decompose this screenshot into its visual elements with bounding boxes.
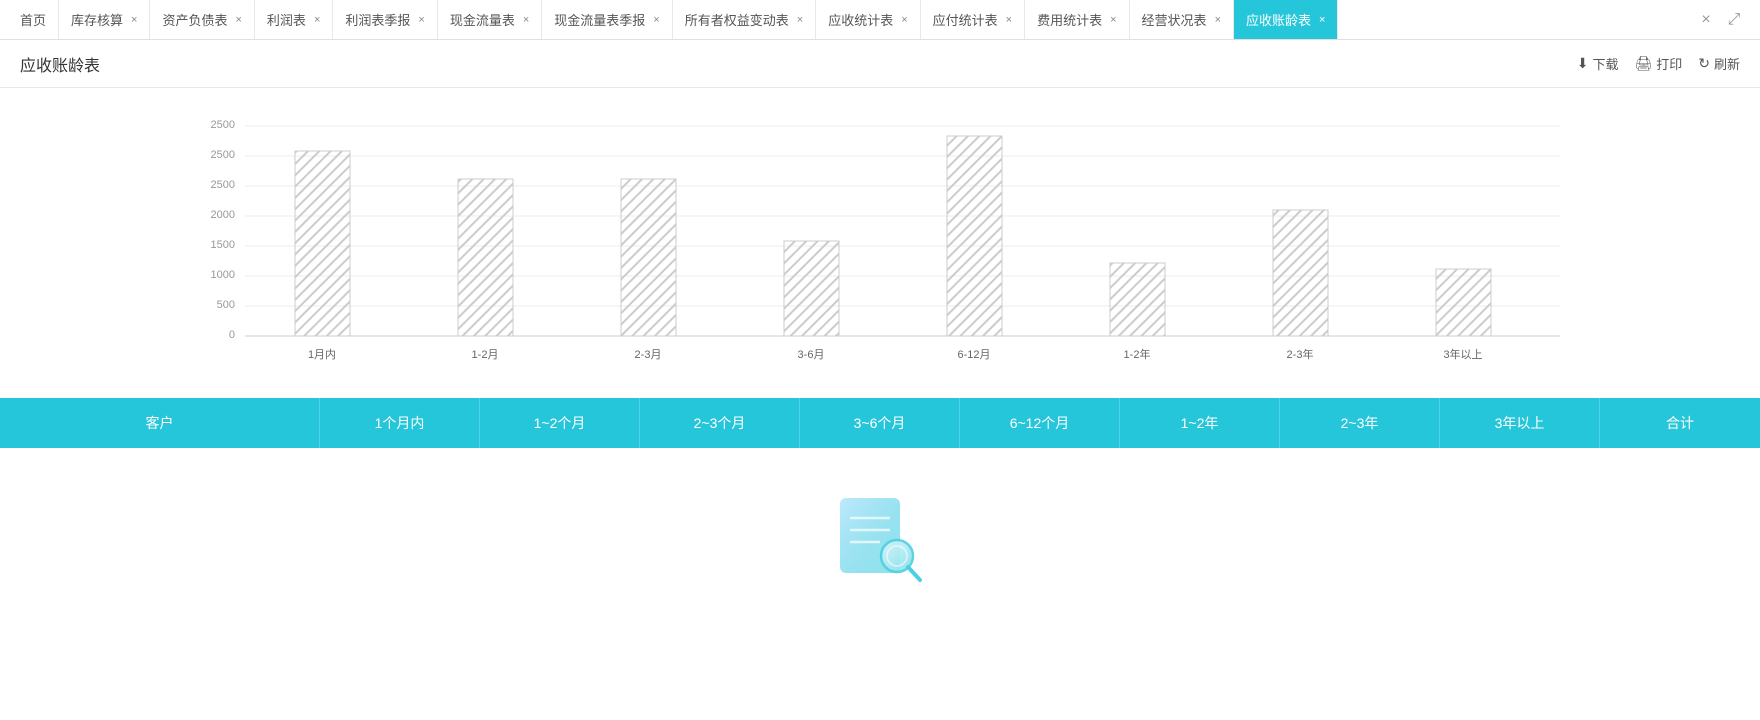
empty-state-icon (825, 488, 935, 588)
chart-container: 2500 2500 2500 2000 1500 1000 500 0 (40, 108, 1720, 388)
header-actions: ⬇ 下载 🖨 打印 ↻ 刷新 (1577, 54, 1740, 73)
chart-area: 2500 2500 2500 2000 1500 1000 500 0 (0, 88, 1760, 398)
svg-text:2-3月: 2-3月 (635, 349, 662, 361)
tab-cashflow[interactable]: 现金流量表 × (438, 0, 542, 40)
tab-ar-stat[interactable]: 应收统计表 × (816, 0, 920, 40)
svg-text:2500: 2500 (211, 179, 235, 191)
tab-ap-stat[interactable]: 应付统计表 × (921, 0, 1025, 40)
refresh-button[interactable]: ↻ 刷新 (1698, 54, 1740, 73)
th-3year-plus: 3年以上 (1440, 398, 1600, 448)
svg-text:2000: 2000 (211, 209, 235, 221)
svg-text:1-2年: 1-2年 (1124, 347, 1151, 361)
svg-text:2500: 2500 (211, 119, 235, 131)
bar-3年以上 (1436, 269, 1491, 336)
svg-text:1000: 1000 (211, 269, 235, 281)
empty-state (0, 448, 1760, 648)
svg-text:1月内: 1月内 (308, 347, 336, 361)
close-tab-ar-stat[interactable]: × (901, 14, 907, 26)
bar-1-2月 (458, 179, 513, 336)
svg-text:3年以上: 3年以上 (1443, 347, 1482, 361)
tab-operations[interactable]: 经营状况表 × (1130, 0, 1234, 40)
window-controls: × ⤢ (1696, 11, 1752, 29)
close-tab-operations[interactable]: × (1215, 14, 1221, 26)
bar-2-3月 (621, 179, 676, 336)
print-icon: 🖨 (1634, 55, 1652, 72)
download-button[interactable]: ⬇ 下载 (1577, 54, 1619, 73)
bar-chart: 2500 2500 2500 2000 1500 1000 500 0 (40, 108, 1720, 388)
maximize-window-button[interactable]: ⤢ (1724, 11, 1744, 29)
main-content: 2500 2500 2500 2000 1500 1000 500 0 (0, 88, 1760, 720)
tab-equity[interactable]: 所有者权益变动表 × (673, 0, 816, 40)
svg-text:1-2月: 1-2月 (472, 349, 499, 361)
close-tab-cashflow[interactable]: × (523, 14, 529, 26)
close-window-button[interactable]: × (1696, 11, 1716, 29)
svg-text:6-12月: 6-12月 (957, 349, 990, 361)
svg-text:0: 0 (229, 329, 235, 341)
th-1month: 1个月内 (320, 398, 480, 448)
tab-home[interactable]: 首页 (8, 0, 59, 40)
bar-2-3年 (1273, 210, 1328, 336)
th-6-12month: 6~12个月 (960, 398, 1120, 448)
th-1-2month: 1~2个月 (480, 398, 640, 448)
bar-6-12月 (947, 136, 1002, 336)
print-button[interactable]: 🖨 打印 (1634, 54, 1682, 73)
th-3-6month: 3~6个月 (800, 398, 960, 448)
tab-ar-aging[interactable]: 应收账龄表 × (1234, 0, 1338, 40)
th-2-3month: 2~3个月 (640, 398, 800, 448)
page-header: 应收账龄表 ⬇ 下载 🖨 打印 ↻ 刷新 (0, 40, 1760, 88)
svg-text:2500: 2500 (211, 149, 235, 161)
tab-cashflow-q[interactable]: 现金流量表季报 × (542, 0, 672, 40)
refresh-icon: ↻ (1698, 55, 1710, 72)
tab-bar: 首页 库存核算 × 资产负债表 × 利润表 × 利润表季报 × 现金流量表 × … (0, 0, 1760, 40)
svg-text:2-3年: 2-3年 (1287, 347, 1314, 361)
tab-profit-q[interactable]: 利润表季报 × (333, 0, 437, 40)
th-2-3year: 2~3年 (1280, 398, 1440, 448)
bar-1月内 (295, 151, 350, 336)
th-total: 合计 (1600, 398, 1760, 448)
close-tab-ap-stat[interactable]: × (1006, 14, 1012, 26)
tab-balance[interactable]: 资产负债表 × (150, 0, 254, 40)
close-tab-balance[interactable]: × (235, 14, 241, 26)
close-tab-profit-q[interactable]: × (418, 14, 424, 26)
page-title: 应收账龄表 (20, 52, 100, 76)
close-tab-cashflow-q[interactable]: × (653, 14, 659, 26)
svg-text:500: 500 (217, 299, 235, 311)
close-tab-ar-aging[interactable]: × (1319, 14, 1325, 26)
close-tab-profit[interactable]: × (314, 14, 320, 26)
bar-3-6月 (784, 241, 839, 336)
tab-profit[interactable]: 利润表 × (255, 0, 333, 40)
close-tab-equity[interactable]: × (797, 14, 803, 26)
download-icon: ⬇ (1577, 55, 1589, 72)
close-tab-stock[interactable]: × (131, 14, 137, 26)
th-customer: 客户 (0, 398, 320, 448)
table-header: 客户 1个月内 1~2个月 2~3个月 3~6个月 6~12个月 1~2年 2~… (0, 398, 1760, 448)
close-tab-expense[interactable]: × (1110, 14, 1116, 26)
svg-text:3-6月: 3-6月 (798, 349, 825, 361)
tab-expense[interactable]: 费用统计表 × (1025, 0, 1129, 40)
tab-stock[interactable]: 库存核算 × (59, 0, 150, 40)
bar-1-2年 (1110, 263, 1165, 336)
svg-text:1500: 1500 (211, 239, 235, 251)
th-1-2year: 1~2年 (1120, 398, 1280, 448)
